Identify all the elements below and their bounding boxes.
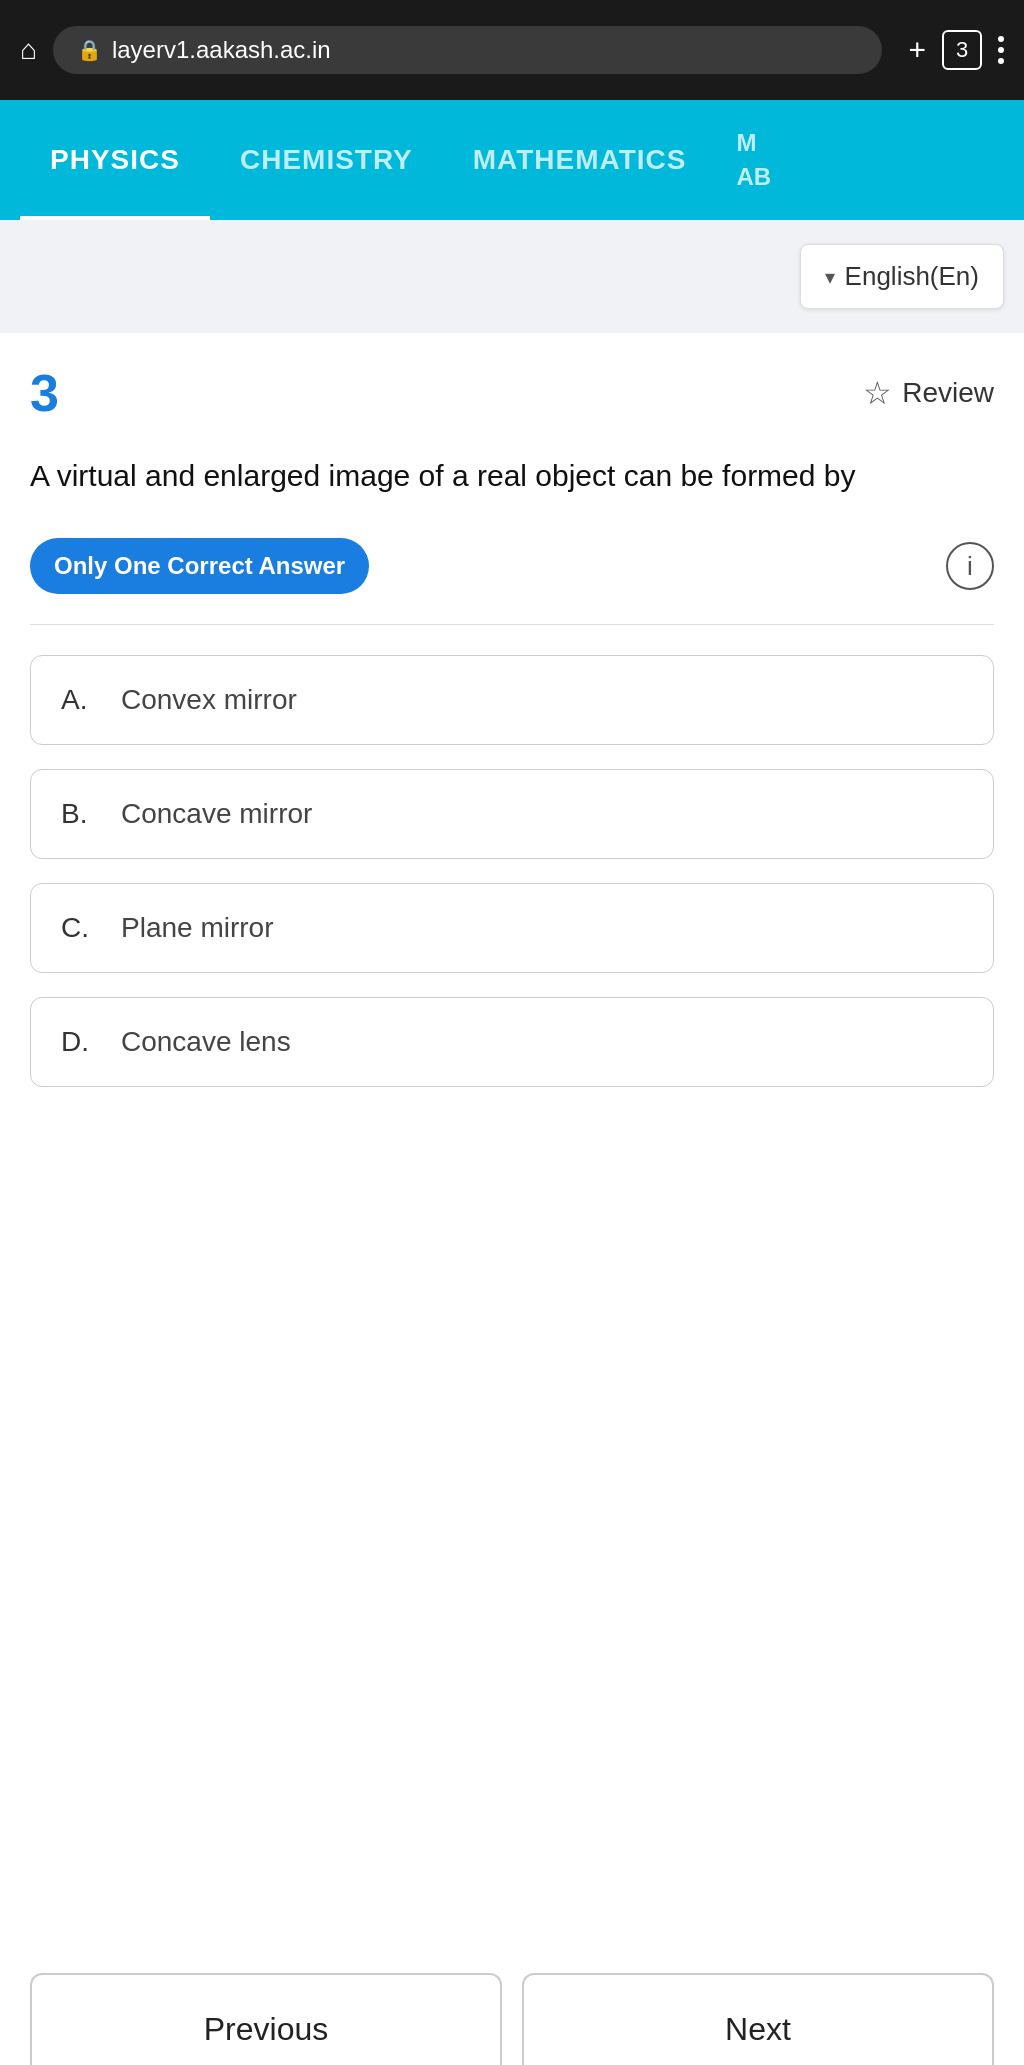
browser-menu-icon[interactable] bbox=[998, 36, 1004, 64]
answer-type-row: Only One Correct Answer i bbox=[30, 538, 994, 594]
answer-type-badge: Only One Correct Answer bbox=[30, 538, 369, 594]
option-b-label: B. bbox=[61, 798, 101, 830]
nav-buttons: Previous Next bbox=[0, 1933, 1024, 2065]
new-tab-icon[interactable]: + bbox=[908, 33, 926, 67]
tab-physics[interactable]: PHYSICS bbox=[20, 100, 210, 220]
option-a[interactable]: A. Convex mirror bbox=[30, 655, 994, 745]
review-button[interactable]: ☆ Review bbox=[863, 374, 994, 412]
option-c-text: Plane mirror bbox=[121, 912, 273, 944]
subject-tabs: PHYSICS CHEMISTRY MATHEMATICS M AB bbox=[0, 100, 1024, 220]
chevron-down-icon: ▾ bbox=[825, 265, 835, 289]
option-d-label: D. bbox=[61, 1026, 101, 1058]
star-icon: ☆ bbox=[863, 374, 892, 412]
option-d-text: Concave lens bbox=[121, 1026, 291, 1058]
option-c[interactable]: C. Plane mirror bbox=[30, 883, 994, 973]
tab-more[interactable]: M AB bbox=[717, 100, 792, 220]
option-a-text: Convex mirror bbox=[121, 684, 297, 716]
question-header: 3 ☆ Review bbox=[30, 363, 994, 423]
option-a-label: A. bbox=[61, 684, 101, 716]
tab-mathematics[interactable]: MATHEMATICS bbox=[443, 100, 717, 220]
option-c-label: C. bbox=[61, 912, 101, 944]
divider bbox=[30, 624, 994, 625]
option-b[interactable]: B. Concave mirror bbox=[30, 769, 994, 859]
previous-button[interactable]: Previous bbox=[30, 1973, 502, 2065]
tab-chemistry[interactable]: CHEMISTRY bbox=[210, 100, 443, 220]
browser-bar: ⌂ 🔒 layerv1.aakash.ac.in + 3 bbox=[0, 0, 1024, 100]
info-icon[interactable]: i bbox=[946, 542, 994, 590]
lock-icon: 🔒 bbox=[77, 38, 102, 62]
main-content: 3 ☆ Review A virtual and enlarged image … bbox=[0, 333, 1024, 1933]
option-d[interactable]: D. Concave lens bbox=[30, 997, 994, 1087]
address-bar[interactable]: 🔒 layerv1.aakash.ac.in bbox=[53, 26, 883, 74]
question-text: A virtual and enlarged image of a real o… bbox=[30, 453, 994, 498]
language-label: English(En) bbox=[845, 261, 979, 292]
language-bar: ▾ English(En) bbox=[0, 220, 1024, 333]
options-list: A. Convex mirror B. Concave mirror C. Pl… bbox=[30, 655, 994, 1087]
option-b-text: Concave mirror bbox=[121, 798, 312, 830]
language-selector[interactable]: ▾ English(En) bbox=[800, 244, 1004, 309]
next-button[interactable]: Next bbox=[522, 1973, 994, 2065]
review-label: Review bbox=[902, 377, 994, 409]
home-icon[interactable]: ⌂ bbox=[20, 34, 37, 66]
url-text: layerv1.aakash.ac.in bbox=[112, 36, 331, 64]
tab-count-badge[interactable]: 3 bbox=[942, 30, 982, 70]
question-number: 3 bbox=[30, 363, 59, 423]
